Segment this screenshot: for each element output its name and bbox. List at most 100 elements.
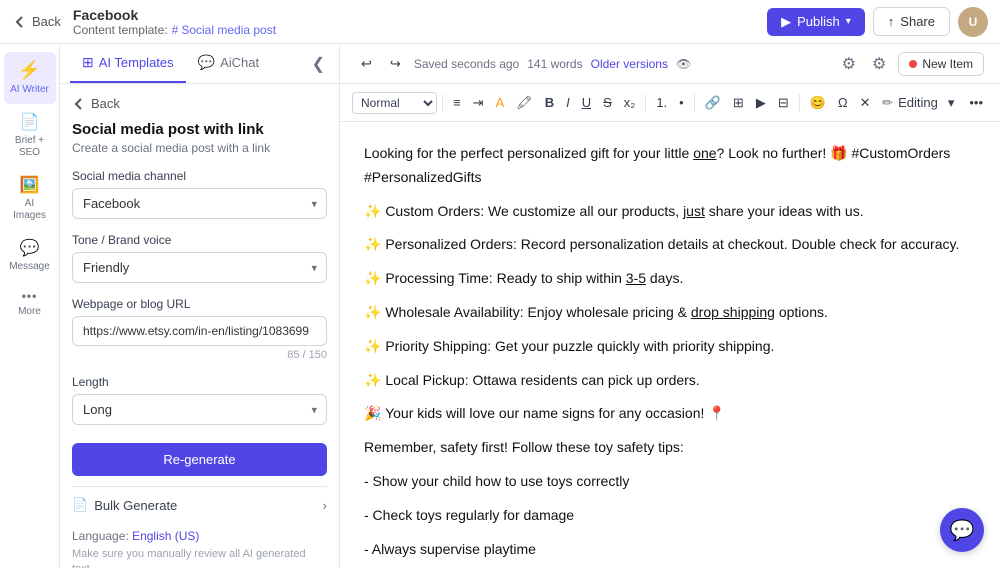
- strikethrough-button[interactable]: S: [598, 92, 617, 113]
- clear-button[interactable]: ✕: [855, 92, 876, 114]
- bolt-icon: ⚡: [18, 60, 40, 81]
- tab-ai-templates[interactable]: ⊞ AI Templates: [70, 44, 186, 83]
- content-line-0: Looking for the perfect personalized gif…: [364, 142, 976, 190]
- page-title: Facebook: [73, 7, 276, 23]
- underline-button[interactable]: U: [577, 92, 596, 113]
- undo-icon[interactable]: ↩: [356, 53, 377, 75]
- media-button[interactable]: ⊞: [728, 92, 749, 114]
- sidebar-item-more[interactable]: ••• More: [4, 281, 56, 326]
- indent-button[interactable]: ⇥: [468, 92, 489, 114]
- sidebar-item-brief-seo[interactable]: 📄 Brief + SEO: [4, 104, 56, 167]
- panel-title: Social media post with link: [72, 121, 327, 138]
- social-channel-label: Social media channel: [72, 169, 327, 183]
- highlight-button[interactable]: A: [491, 92, 510, 113]
- content-line-8: Remember, safety first! Follow these toy…: [364, 436, 976, 460]
- back-button[interactable]: Back: [12, 14, 61, 30]
- align-left-button[interactable]: ≡: [448, 92, 466, 113]
- font-color-button[interactable]: 🖍: [511, 92, 538, 114]
- panel: ⊞ AI Templates 💬 AiChat ❮ Back Social me…: [60, 44, 340, 568]
- panel-wrapper: ⊞ AI Templates 💬 AiChat ❮ Back Social me…: [60, 44, 340, 568]
- content-line-7: 🎉 Your kids will love our name signs for…: [364, 402, 976, 426]
- bulk-generate-label[interactable]: Bulk Generate: [94, 498, 177, 513]
- language-note: Make sure you manually review all AI gen…: [72, 547, 327, 568]
- tab-aichat[interactable]: 💬 AiChat: [186, 44, 271, 83]
- message-icon: 💬: [20, 238, 40, 258]
- pencil-icon: ✏: [882, 95, 893, 111]
- format-select[interactable]: Normal Heading 1 Heading 2: [352, 92, 437, 114]
- separator: [645, 94, 646, 112]
- saved-status: Saved seconds ago: [414, 57, 519, 71]
- regenerate-button[interactable]: Re-generate: [72, 443, 327, 476]
- main-layout: ⚡ AI Writer 📄 Brief + SEO 🖼️ AI Images 💬…: [0, 44, 1000, 568]
- chat-button[interactable]: 💬: [940, 508, 984, 552]
- top-bar-right: ▶ Publish ▾ ↑ Share U: [767, 7, 988, 37]
- link-button[interactable]: 🔗: [700, 92, 726, 114]
- separator: [799, 94, 800, 112]
- panel-back-button[interactable]: Back: [72, 96, 327, 111]
- editing-chevron[interactable]: ▾: [943, 92, 960, 114]
- template-badge: # Social media post: [172, 23, 276, 37]
- social-channel-field: Social media channel Facebook Instagram …: [72, 169, 327, 219]
- sidebar-item-ai-images[interactable]: 🖼️ AI Images: [4, 167, 56, 230]
- panel-subtitle: Create a social media post with a link: [72, 141, 327, 155]
- bulk-generate-left: 📄 Bulk Generate: [72, 497, 177, 513]
- avatar: U: [958, 7, 988, 37]
- sidebar: ⚡ AI Writer 📄 Brief + SEO 🖼️ AI Images 💬…: [0, 44, 60, 568]
- top-bar-left: Back Facebook Content template: # Social…: [12, 7, 276, 37]
- unordered-list-button[interactable]: •: [674, 92, 689, 113]
- settings-icon-button[interactable]: ⚙: [838, 52, 860, 76]
- ordered-list-button[interactable]: 1.: [651, 92, 672, 113]
- word-count: 141 words: [527, 57, 582, 71]
- length-select-wrapper: Short Medium Long ▾: [72, 394, 327, 425]
- emoji-button[interactable]: 😊: [805, 92, 831, 114]
- more-options-button[interactable]: •••: [964, 92, 988, 113]
- content-template-label: Content template: # Social media post: [73, 23, 276, 37]
- url-input[interactable]: [72, 316, 327, 346]
- play-button[interactable]: ▶: [751, 92, 771, 114]
- table-button[interactable]: ⊟: [773, 92, 794, 114]
- length-select[interactable]: Short Medium Long: [72, 394, 327, 425]
- tone-field: Tone / Brand voice Friendly Professional…: [72, 233, 327, 283]
- publish-button[interactable]: ▶ Publish ▾: [767, 8, 865, 36]
- sidebar-item-ai-writer[interactable]: ⚡ AI Writer: [4, 52, 56, 104]
- content-line-11: - Always supervise playtime: [364, 538, 976, 562]
- subscript-button[interactable]: x₂: [619, 92, 641, 113]
- redo-icon[interactable]: ↪: [385, 53, 406, 75]
- content-line-3: ✨ Processing Time: Ready to ship within …: [364, 267, 976, 291]
- bulk-icon: 📄: [72, 497, 88, 513]
- separator: [442, 94, 443, 112]
- panel-collapse-button[interactable]: ❮: [308, 52, 329, 76]
- toolbar-right: ⚙ ⚙ New Item: [838, 52, 984, 76]
- eye-icon[interactable]: 👁: [676, 57, 691, 71]
- image-icon: 🖼️: [20, 175, 40, 195]
- tone-label: Tone / Brand voice: [72, 233, 327, 247]
- new-item-button[interactable]: New Item: [898, 52, 984, 76]
- bulk-generate-arrow: ›: [323, 498, 327, 513]
- bold-button[interactable]: B: [540, 92, 559, 113]
- more-icon: •••: [22, 289, 38, 303]
- language-link[interactable]: English (US): [132, 529, 199, 543]
- url-field: Webpage or blog URL 85 / 150: [72, 297, 327, 361]
- social-channel-select[interactable]: Facebook Instagram Twitter LinkedIn: [72, 188, 327, 219]
- editor-area: ↩ ↪ Saved seconds ago 141 words Older ve…: [340, 44, 1000, 568]
- editor-status-bar: ↩ ↪ Saved seconds ago 141 words Older ve…: [340, 44, 1000, 84]
- settings2-icon-button[interactable]: ⚙: [868, 52, 890, 76]
- editor-content[interactable]: Looking for the perfect personalized gif…: [340, 122, 1000, 568]
- sidebar-item-message[interactable]: 💬 Message: [4, 230, 56, 281]
- content-line-1: ✨ Custom Orders: We customize all our pr…: [364, 200, 976, 224]
- older-versions-link[interactable]: Older versions: [591, 57, 668, 71]
- top-bar: Back Facebook Content template: # Social…: [0, 0, 1000, 44]
- share-button[interactable]: ↑ Share: [873, 7, 950, 36]
- content-line-6: ✨ Local Pickup: Ottawa residents can pic…: [364, 369, 976, 393]
- char-count: 85 / 150: [72, 349, 327, 361]
- url-label: Webpage or blog URL: [72, 297, 327, 311]
- panel-content: Back Social media post with link Create …: [60, 84, 339, 568]
- content-line-5: ✨ Priority Shipping: Get your puzzle qui…: [364, 335, 976, 359]
- content-line-2: ✨ Personalized Orders: Record personaliz…: [364, 233, 976, 257]
- panel-tabs: ⊞ AI Templates 💬 AiChat ❮: [60, 44, 339, 84]
- length-label: Length: [72, 375, 327, 389]
- special-char-button[interactable]: Ω: [833, 92, 853, 113]
- tone-select[interactable]: Friendly Professional Casual Formal: [72, 252, 327, 283]
- italic-button[interactable]: I: [561, 92, 575, 113]
- separator: [694, 94, 695, 112]
